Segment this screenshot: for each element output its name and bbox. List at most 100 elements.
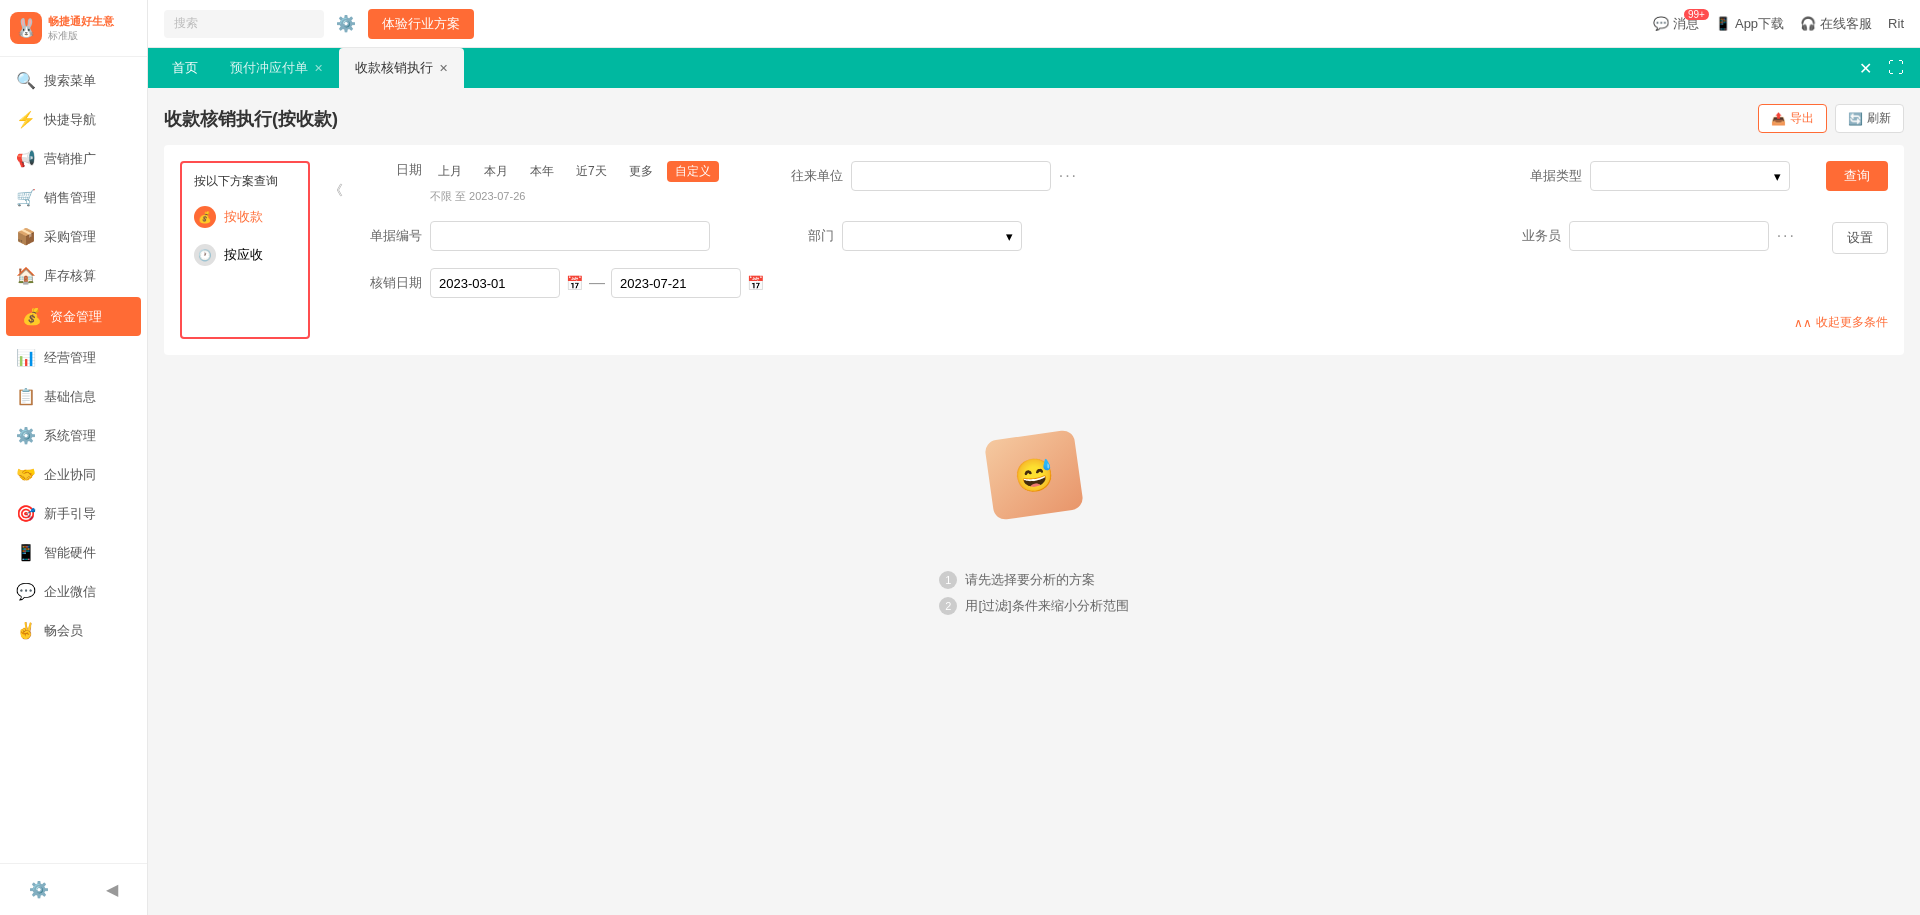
- sidebar-item-enterprise[interactable]: 🤝 企业协同: [0, 455, 147, 494]
- sidebar-collapse-button[interactable]: ◀: [94, 872, 130, 907]
- main-area: 搜索 ⚙️ 体验行业方案 💬 消息 99+ 📱 App下载 🎧 在线客服 Rit: [148, 0, 1920, 915]
- sidebar-item-label: 搜索菜单: [44, 72, 96, 90]
- sidebar-item-label: 库存核算: [44, 267, 96, 285]
- topbar-search[interactable]: 搜索: [164, 10, 324, 38]
- service-icon: 🎧: [1800, 16, 1816, 31]
- tab-receipt-offset-label: 收款核销执行: [355, 59, 433, 77]
- sidebar-item-label: 基础信息: [44, 388, 96, 406]
- sidebar-item-operations[interactable]: 📊 经营管理: [0, 338, 147, 377]
- logo-name: 畅捷通好生意: [48, 14, 114, 29]
- sidebar-item-finance[interactable]: 💰 资金管理: [6, 297, 141, 336]
- sidebar-item-marketing[interactable]: 📢 营销推广: [0, 139, 147, 178]
- page-header: 收款核销执行(按收款) 📤 导出 🔄 刷新: [164, 104, 1904, 133]
- sidebar-item-label: 快捷导航: [44, 111, 96, 129]
- empty-state: 😅 1 请先选择要分析的方案 2 用[过滤]条件来缩小分析范围: [164, 355, 1904, 695]
- date-btn-this-month[interactable]: 本月: [476, 161, 516, 182]
- sidebar-item-label: 销售管理: [44, 189, 96, 207]
- vip-icon: ✌️: [16, 621, 36, 640]
- sidebar-logo: 🐰 畅捷通好生意 标准版: [0, 0, 147, 57]
- query-button[interactable]: 查询: [1826, 161, 1888, 191]
- filter-sidebar-title: 按以下方案查询: [182, 173, 308, 198]
- date-btn-last-month[interactable]: 上月: [430, 161, 470, 182]
- by-receipt-icon: 💰: [194, 206, 216, 228]
- sidebar-item-inventory[interactable]: 🏠 库存核算: [0, 256, 147, 295]
- sidebar-settings-button[interactable]: ⚙️: [17, 872, 61, 907]
- sidebar-item-wechat[interactable]: 💬 企业微信: [0, 572, 147, 611]
- sidebar-item-search-menu[interactable]: 🔍 搜索菜单: [0, 61, 147, 100]
- sidebar-item-label: 企业协同: [44, 466, 96, 484]
- hint-item-2: 2 用[过滤]条件来缩小分析范围: [939, 597, 1128, 615]
- sidebar-item-label: 新手引导: [44, 505, 96, 523]
- verify-date-start-input[interactable]: [430, 268, 560, 298]
- sidebar-item-sales[interactable]: 🛒 销售管理: [0, 178, 147, 217]
- tab-prepay-label: 预付冲应付单: [230, 59, 308, 77]
- collapse-more-label: 收起更多条件: [1816, 314, 1888, 331]
- doc-no-input[interactable]: [430, 221, 710, 251]
- sidebar-item-system[interactable]: ⚙️ 系统管理: [0, 416, 147, 455]
- date-btn-this-year[interactable]: 本年: [522, 161, 562, 182]
- tab-receipt-offset-close[interactable]: ✕: [439, 62, 448, 75]
- filter-collapse-button[interactable]: 《: [326, 161, 346, 221]
- chevron-down-icon: ▾: [1774, 169, 1781, 184]
- setting-button[interactable]: 设置: [1832, 222, 1888, 254]
- sidebar: 🐰 畅捷通好生意 标准版 🔍 搜索菜单 ⚡ 快捷导航 📢 营销推广 🛒 销售管理…: [0, 0, 148, 915]
- topbar: 搜索 ⚙️ 体验行业方案 💬 消息 99+ 📱 App下载 🎧 在线客服 Rit: [148, 0, 1920, 48]
- counterparty-input[interactable]: [851, 161, 1051, 191]
- export-button[interactable]: 📤 导出: [1758, 104, 1827, 133]
- page-title: 收款核销执行(按收款): [164, 107, 338, 131]
- system-icon: ⚙️: [16, 426, 36, 445]
- filter-options-sidebar: 按以下方案查询 💰 按收款 🕐 按应收: [180, 161, 310, 339]
- refresh-button[interactable]: 🔄 刷新: [1835, 104, 1904, 133]
- tab-prepay-close[interactable]: ✕: [314, 62, 323, 75]
- hint-num-2: 2: [939, 597, 957, 615]
- sidebar-item-base-info[interactable]: 📋 基础信息: [0, 377, 147, 416]
- date-label: 日期: [362, 161, 422, 179]
- date-separator: —: [589, 274, 605, 292]
- user-name: Rit: [1888, 16, 1904, 31]
- tabs-close-all[interactable]: ✕: [1851, 59, 1880, 78]
- collapse-more-button[interactable]: ∧∧ 收起更多条件: [362, 306, 1888, 339]
- staff-input[interactable]: [1569, 221, 1769, 251]
- verify-date-end-calendar-icon[interactable]: 📅: [747, 275, 764, 291]
- sidebar-item-hardware[interactable]: 📱 智能硬件: [0, 533, 147, 572]
- tab-prepay[interactable]: 预付冲应付单 ✕: [214, 48, 339, 88]
- verify-date-end-input[interactable]: [611, 268, 741, 298]
- message-button[interactable]: 💬 消息 99+: [1653, 15, 1699, 33]
- doc-type-select[interactable]: ▾: [1590, 161, 1790, 191]
- tab-home[interactable]: 首页: [156, 48, 214, 88]
- sidebar-item-label: 智能硬件: [44, 544, 96, 562]
- date-custom-tag[interactable]: 自定义: [667, 161, 719, 182]
- operations-icon: 📊: [16, 348, 36, 367]
- logo-badge: 标准版: [48, 29, 114, 43]
- staff-dots[interactable]: ···: [1777, 227, 1796, 245]
- hint-text-2: 用[过滤]条件来缩小分析范围: [965, 597, 1128, 615]
- guide-icon: 🎯: [16, 504, 36, 523]
- solution-button[interactable]: 体验行业方案: [368, 9, 474, 39]
- sidebar-item-quick-nav[interactable]: ⚡ 快捷导航: [0, 100, 147, 139]
- sidebar-item-guide[interactable]: 🎯 新手引导: [0, 494, 147, 533]
- verify-date-start-calendar-icon[interactable]: 📅: [566, 275, 583, 291]
- tab-receipt-offset[interactable]: 收款核销执行 ✕: [339, 48, 464, 88]
- search-placeholder: 搜索: [174, 15, 198, 32]
- app-label: App下载: [1735, 15, 1784, 33]
- sidebar-item-vip[interactable]: ✌️ 畅会员: [0, 611, 147, 650]
- logo-icon: 🐰: [10, 12, 42, 44]
- online-service-button[interactable]: 🎧 在线客服: [1800, 15, 1872, 33]
- date-btn-more[interactable]: 更多: [621, 161, 661, 182]
- by-receipt-label: 按收款: [224, 208, 263, 226]
- filter-option-by-receivable[interactable]: 🕐 按应收: [182, 236, 308, 274]
- dept-chevron-icon: ▾: [1006, 229, 1013, 244]
- hint-text-1: 请先选择要分析的方案: [965, 571, 1095, 589]
- tabs-maximize[interactable]: ⛶: [1880, 59, 1912, 77]
- settings-icon[interactable]: ⚙️: [336, 14, 356, 33]
- filter-fields: 日期 上月 本月 本年 近7天 更多 自定义 不限 至 20: [362, 161, 1888, 339]
- app-download-button[interactable]: 📱 App下载: [1715, 15, 1784, 33]
- user-info[interactable]: Rit: [1888, 16, 1904, 31]
- counterparty-dots[interactable]: ···: [1059, 167, 1078, 185]
- empty-hints: 1 请先选择要分析的方案 2 用[过滤]条件来缩小分析范围: [939, 571, 1128, 615]
- filter-option-by-receipt[interactable]: 💰 按收款: [182, 198, 308, 236]
- sidebar-item-purchase[interactable]: 📦 采购管理: [0, 217, 147, 256]
- inventory-icon: 🏠: [16, 266, 36, 285]
- dept-select[interactable]: ▾: [842, 221, 1022, 251]
- date-btn-7days[interactable]: 近7天: [568, 161, 615, 182]
